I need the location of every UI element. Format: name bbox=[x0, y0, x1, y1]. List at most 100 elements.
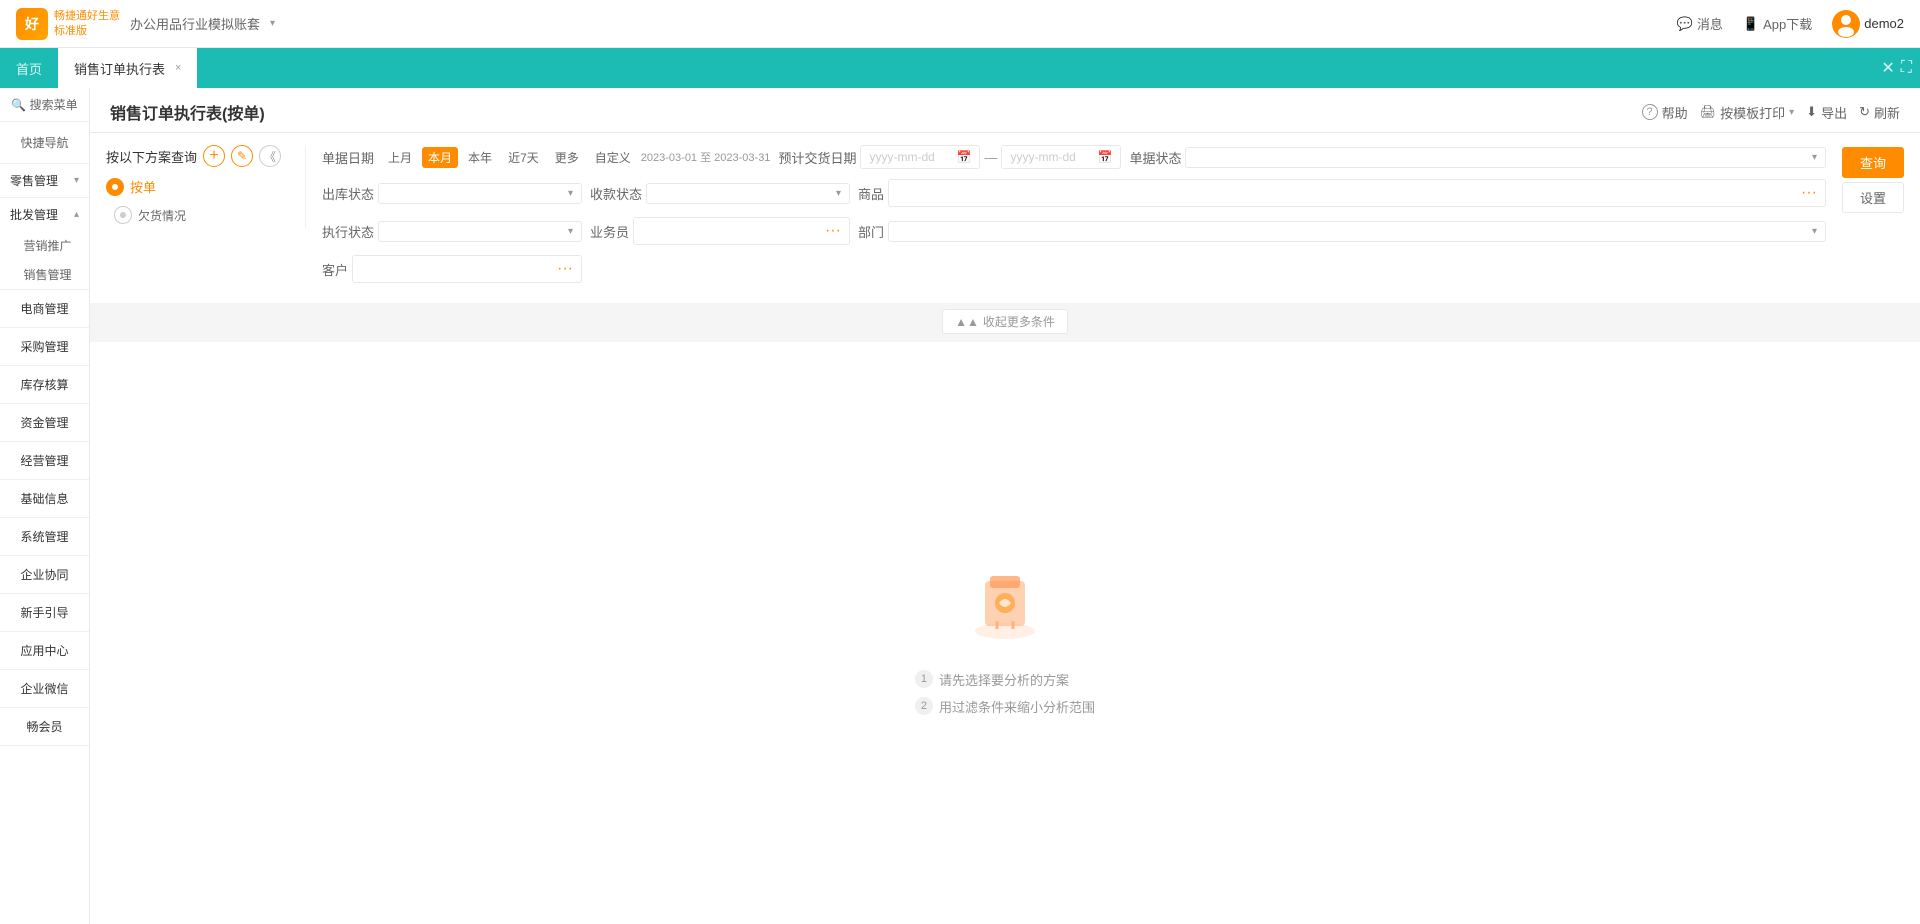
empty-tip-1: 1 请先选择要分析的方案 bbox=[915, 670, 1095, 689]
sidebar-item-wechat[interactable]: 企业微信 bbox=[0, 670, 89, 708]
print-dropdown-icon: ▾ bbox=[1789, 107, 1794, 118]
calendar-start-icon: 📅 bbox=[957, 150, 972, 164]
page-actions: ? 帮助 🖨 按模板打印 ▾ ⬇ 导出 ↻ 刷新 bbox=[1642, 103, 1900, 122]
preset-more[interactable]: 更多 bbox=[549, 147, 585, 168]
scheme-sub-owe[interactable]: 欠货情况 bbox=[114, 202, 293, 228]
filter-fields: 单据日期 上月 本月 本年 近7天 更多 自定义 bbox=[306, 145, 1904, 303]
salesman-select[interactable]: ··· bbox=[633, 217, 850, 245]
goods-dots-icon[interactable]: ··· bbox=[1801, 184, 1817, 202]
refresh-btn[interactable]: ↻ 刷新 bbox=[1859, 103, 1900, 122]
sidebar-item-sys[interactable]: 系统管理 bbox=[0, 518, 89, 556]
tab-fullscreen-icon[interactable]: ⛶ bbox=[1901, 59, 1912, 77]
out-status-label: 出库状态 bbox=[322, 184, 374, 203]
goods-select[interactable]: ··· bbox=[888, 179, 1826, 207]
empty-tip-2: 2 用过滤条件来缩小分析范围 bbox=[915, 697, 1095, 716]
sidebar-item-retail[interactable]: 零售管理 ▾ bbox=[0, 164, 89, 197]
collapse-button[interactable]: ▲▲ 收起更多条件 bbox=[942, 309, 1068, 334]
menu-dropdown-icon[interactable]: ▾ bbox=[270, 18, 275, 29]
dept-select[interactable]: ▾ bbox=[888, 221, 1826, 242]
app-download-action[interactable]: 📱 App下载 bbox=[1743, 14, 1812, 33]
settings-button[interactable]: 设置 bbox=[1842, 182, 1904, 213]
tab-home[interactable]: 首页 bbox=[0, 48, 58, 88]
preset-last7[interactable]: 近7天 bbox=[502, 147, 545, 168]
sidebar-search[interactable]: 🔍 搜索菜单 bbox=[0, 88, 89, 122]
doc-status-select[interactable]: ▾ bbox=[1185, 147, 1826, 168]
tab-close-window-icon[interactable]: ✕ bbox=[1881, 58, 1894, 78]
query-button[interactable]: 查询 bbox=[1842, 147, 1904, 178]
filter-expected-date-field: 预计交货日期 yyyy-mm-dd 📅 — yyyy-mm-dd 📅 bbox=[778, 145, 1121, 169]
tip-text-2: 用过滤条件来缩小分析范围 bbox=[939, 697, 1095, 716]
dept-label: 部门 bbox=[858, 222, 884, 241]
receipt-status-select[interactable]: ▾ bbox=[646, 183, 850, 204]
preset-last-month[interactable]: 上月 bbox=[382, 147, 418, 168]
user-area[interactable]: demo2 bbox=[1832, 10, 1904, 38]
logo-area: 好 畅捷通好生意 标准版 bbox=[16, 8, 120, 40]
salesman-dots-icon[interactable]: ··· bbox=[825, 222, 841, 240]
tab-home-label: 首页 bbox=[16, 59, 42, 78]
sidebar-item-inventory[interactable]: 库存核算 bbox=[0, 366, 89, 404]
sidebar-item-member[interactable]: 畅会员 bbox=[0, 708, 89, 746]
filter-dept-field: 部门 ▾ bbox=[858, 221, 1826, 242]
sidebar-item-purchase[interactable]: 采购管理 bbox=[0, 328, 89, 366]
refresh-icon: ↻ bbox=[1859, 104, 1870, 120]
sidebar-item-new-user[interactable]: 新手引导 bbox=[0, 594, 89, 632]
top-bar-left: 好 畅捷通好生意 标准版 办公用品行业模拟账套 ▾ bbox=[16, 8, 275, 40]
filter-doc-status-field: 单据状态 ▾ bbox=[1129, 147, 1826, 168]
sidebar-item-finance[interactable]: 资金管理 bbox=[0, 404, 89, 442]
scheme-active-icon bbox=[106, 178, 124, 196]
print-btn[interactable]: 🖨 按模板打印 ▾ bbox=[1700, 103, 1795, 122]
sidebar-item-ecommerce[interactable]: 电商管理 bbox=[0, 290, 89, 328]
date-presets: 上月 本月 本年 近7天 更多 自定义 bbox=[382, 147, 637, 168]
scheme-add-btn[interactable]: + bbox=[203, 145, 225, 167]
scheme-header-row: 按以下方案查询 + ✎ 《 bbox=[106, 145, 293, 167]
sidebar-item-enterprise[interactable]: 企业协同 bbox=[0, 556, 89, 594]
customer-dots-icon[interactable]: ··· bbox=[557, 260, 573, 278]
exec-status-select[interactable]: ▾ bbox=[378, 221, 582, 242]
tab-close-icon[interactable]: × bbox=[175, 62, 181, 74]
preset-this-year[interactable]: 本年 bbox=[462, 147, 498, 168]
date-separator: — bbox=[984, 150, 997, 165]
sidebar-section-wholesale: 批发管理 ▴ 营销推广 销售管理 bbox=[0, 198, 89, 290]
sidebar-item-wholesale[interactable]: 批发管理 ▴ bbox=[0, 198, 89, 231]
collapse-icon: ▲▲ bbox=[955, 315, 979, 329]
scheme-edit-btn[interactable]: ✎ bbox=[231, 145, 253, 167]
filter-out-status-field: 出库状态 ▾ bbox=[322, 183, 582, 204]
sidebar-item-sales[interactable]: 销售管理 bbox=[0, 260, 89, 289]
filter-receipt-status-field: 收款状态 ▾ bbox=[590, 183, 850, 204]
logo-text: 畅捷通好生意 标准版 bbox=[54, 9, 120, 38]
export-btn[interactable]: ⬇ 导出 bbox=[1806, 103, 1847, 122]
user-name: demo2 bbox=[1864, 16, 1904, 31]
scheme-sub-item: 欠货情况 bbox=[114, 202, 293, 228]
help-btn[interactable]: ? 帮助 bbox=[1642, 103, 1688, 122]
preset-custom[interactable]: 自定义 bbox=[589, 147, 637, 168]
scheme-collapse-btn[interactable]: 《 bbox=[259, 145, 281, 167]
expected-date-label: 预计交货日期 bbox=[778, 148, 856, 167]
filter-date-field: 单据日期 上月 本月 本年 近7天 更多 自定义 bbox=[322, 147, 770, 168]
logo-icon: 好 bbox=[16, 8, 48, 40]
page-header: 销售订单执行表(按单) ? 帮助 🖨 按模板打印 ▾ ⬇ 导出 ↻ 刷新 bbox=[90, 88, 1920, 133]
message-action[interactable]: 💬 消息 bbox=[1677, 14, 1723, 33]
preset-this-month[interactable]: 本月 bbox=[422, 147, 458, 168]
doc-status-dropdown-icon: ▾ bbox=[1812, 152, 1817, 163]
tip-text-1: 请先选择要分析的方案 bbox=[939, 670, 1069, 689]
sidebar-quick-nav: 快捷导航 bbox=[0, 122, 89, 164]
out-status-select[interactable]: ▾ bbox=[378, 183, 582, 204]
exec-status-dropdown-icon: ▾ bbox=[568, 226, 573, 237]
scheme-panel: 按以下方案查询 + ✎ 《 按单 bbox=[106, 145, 306, 228]
filter-row-date: 单据日期 上月 本月 本年 近7天 更多 自定义 bbox=[322, 145, 1826, 169]
out-status-dropdown-icon: ▾ bbox=[568, 188, 573, 199]
expected-date-end[interactable]: yyyy-mm-dd 📅 bbox=[1001, 145, 1121, 169]
sidebar-item-quick-nav[interactable]: 快捷导航 bbox=[0, 128, 89, 157]
sidebar-item-marketing[interactable]: 营销推广 bbox=[0, 231, 89, 260]
scheme-active-name[interactable]: 按单 bbox=[130, 177, 156, 196]
top-bar: 好 畅捷通好生意 标准版 办公用品行业模拟账套 ▾ 💬 消息 📱 App下载 d… bbox=[0, 0, 1920, 48]
expected-date-start[interactable]: yyyy-mm-dd 📅 bbox=[860, 145, 980, 169]
tab-sales-order[interactable]: 销售订单执行表 × bbox=[58, 48, 197, 88]
filter-exec-status-field: 执行状态 ▾ bbox=[322, 221, 582, 242]
sidebar-item-ops[interactable]: 经营管理 bbox=[0, 442, 89, 480]
sidebar-item-basic[interactable]: 基础信息 bbox=[0, 480, 89, 518]
customer-select[interactable]: ··· bbox=[352, 255, 582, 283]
sidebar-item-app-center[interactable]: 应用中心 bbox=[0, 632, 89, 670]
empty-state: 1 请先选择要分析的方案 2 用过滤条件来缩小分析范围 bbox=[90, 342, 1920, 924]
scheme-sub-label: 欠货情况 bbox=[138, 207, 186, 224]
